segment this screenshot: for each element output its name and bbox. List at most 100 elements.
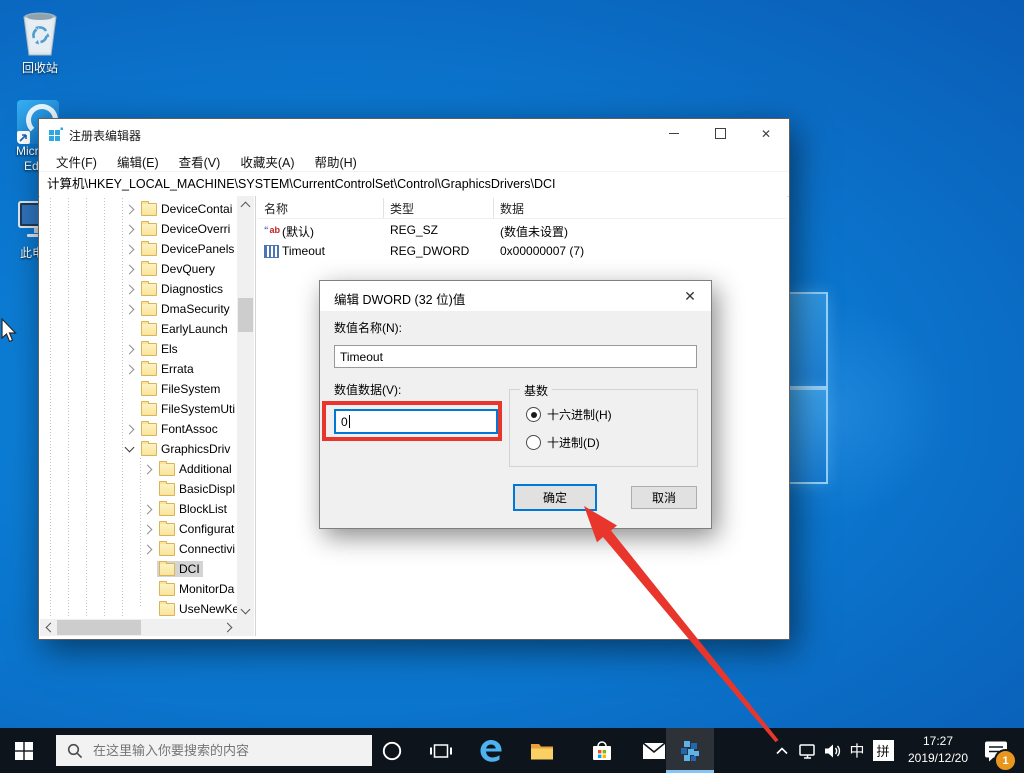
tree-item-FileSystem[interactable]: FileSystem — [40, 379, 254, 399]
tray-ime-mode[interactable]: 拼 — [869, 728, 897, 773]
desktop-icon-recycle-bin[interactable]: 回收站 — [14, 6, 66, 76]
address-bar[interactable]: 计算机\HKEY_LOCAL_MACHINE\SYSTEM\CurrentCon… — [39, 171, 789, 197]
scroll-down-icon — [240, 604, 251, 614]
tray-network-button[interactable] — [794, 728, 822, 773]
tree-item-DmaSecurity[interactable]: DmaSecurity — [40, 299, 254, 319]
column-header-type[interactable]: 类型 — [390, 200, 414, 217]
tree-item-BlockList[interactable]: BlockList — [40, 499, 254, 519]
chevron-collapsed-icon[interactable] — [124, 284, 134, 294]
minimize-icon — [669, 133, 679, 134]
folder-icon — [141, 200, 157, 216]
tray-show-hidden-icons[interactable] — [768, 728, 796, 773]
tree-item-Configurat[interactable]: Configurat — [40, 519, 254, 539]
clock-date: 2019/12/20 — [907, 751, 969, 765]
window-titlebar[interactable]: 注册表编辑器 ✕ — [39, 119, 789, 148]
folder-icon — [141, 240, 157, 256]
network-icon — [799, 743, 815, 759]
chevron-collapsed-icon[interactable] — [124, 304, 134, 314]
window-title: 注册表编辑器 — [69, 129, 142, 143]
chevron-collapsed-icon[interactable] — [124, 244, 134, 254]
tree-item-DevQuery[interactable]: DevQuery — [40, 259, 254, 279]
tree-item-Els[interactable]: Els — [40, 339, 254, 359]
horizontal-scroll-thumb[interactable] — [57, 620, 141, 635]
folder-icon — [159, 580, 175, 596]
tree-item-Connectivi[interactable]: Connectivi — [40, 539, 254, 559]
tree-item-DeviceOverri[interactable]: DeviceOverri — [40, 219, 254, 239]
chevron-collapsed-icon[interactable] — [124, 424, 134, 434]
value-row-(默认)[interactable]: ab(默认) REG_SZ (数值未设置) — [258, 220, 787, 241]
menu-item[interactable]: 编辑(E) — [107, 148, 169, 171]
base-group-label: 基数 — [520, 382, 553, 399]
tree-item-FontAssoc[interactable]: FontAssoc — [40, 419, 254, 439]
chevron-collapsed-icon[interactable] — [142, 464, 152, 474]
tree-item-FileSystemUti[interactable]: FileSystemUti — [40, 399, 254, 419]
tree-item-Errata[interactable]: Errata — [40, 359, 254, 379]
chevron-collapsed-icon[interactable] — [142, 524, 152, 534]
cancel-button[interactable]: 取消 — [631, 486, 697, 509]
tree-item-DeviceContai[interactable]: DeviceContai — [40, 199, 254, 219]
taskbar: 中 拼 17:27 2019/12/20 — [0, 728, 1024, 773]
menu-item[interactable]: 收藏夹(A) — [230, 148, 304, 171]
maximize-button[interactable] — [697, 119, 743, 148]
taskbar-search-box[interactable] — [56, 735, 372, 766]
task-view-button[interactable] — [417, 728, 465, 773]
start-button[interactable] — [0, 728, 48, 773]
radio-hex-label: 十六进制(H) — [547, 408, 612, 422]
menu-item[interactable]: 查看(V) — [169, 148, 231, 171]
close-button[interactable]: ✕ — [743, 119, 789, 148]
chevron-collapsed-icon[interactable] — [124, 224, 134, 234]
tree-item-DCI[interactable]: DCI — [40, 559, 254, 579]
radio-decimal[interactable]: 十进制(D) — [526, 434, 600, 451]
cortana-button[interactable] — [368, 728, 416, 773]
tree-item-label: Els — [161, 342, 178, 356]
tree-item-UseNewKe[interactable]: UseNewKe — [40, 599, 254, 619]
chevron-collapsed-icon[interactable] — [124, 364, 134, 374]
tree-item-Diagnostics[interactable]: Diagnostics — [40, 279, 254, 299]
tree-item-label: GraphicsDriv — [161, 442, 231, 456]
dialog-close-icon[interactable]: ✕ — [681, 288, 699, 305]
vertical-scroll-thumb[interactable] — [238, 298, 253, 332]
chevron-collapsed-icon[interactable] — [142, 504, 152, 514]
value-type: REG_SZ — [390, 223, 439, 237]
tray-clock[interactable]: 17:27 2019/12/20 — [898, 733, 978, 768]
tree-item-MonitorDa[interactable]: MonitorDa — [40, 579, 254, 599]
chevron-collapsed-icon[interactable] — [124, 344, 134, 354]
cancel-button-label: 取消 — [651, 491, 676, 505]
maximize-icon — [714, 128, 726, 139]
tree-horizontal-scrollbar[interactable] — [40, 619, 254, 636]
ime-lang-label: 中 — [849, 743, 865, 760]
tree-vertical-scrollbar[interactable] — [237, 196, 254, 619]
tree-item-DevicePanels[interactable]: DevicePanels — [40, 239, 254, 259]
folder-icon — [159, 480, 175, 496]
menu-item[interactable]: 文件(F) — [46, 148, 107, 171]
tray-volume-button[interactable] — [819, 728, 847, 773]
search-input[interactable] — [91, 742, 335, 759]
value-name-field[interactable]: Timeout — [334, 345, 697, 368]
taskbar-file-explorer-button[interactable] — [518, 728, 566, 773]
tree-item-EarlyLaunch[interactable]: EarlyLaunch — [40, 319, 254, 339]
column-header-name[interactable]: 名称 — [264, 200, 288, 217]
value-row-Timeout[interactable]: Timeout REG_DWORD 0x00000007 (7) — [258, 241, 787, 262]
column-header-data[interactable]: 数据 — [500, 200, 524, 217]
ok-button[interactable]: 确定 — [513, 484, 597, 511]
radio-hexadecimal[interactable]: 十六进制(H) — [526, 406, 612, 423]
chevron-expanded-icon[interactable] — [124, 442, 134, 453]
chevron-collapsed-icon[interactable] — [124, 204, 134, 214]
taskbar-store-button[interactable] — [578, 728, 626, 773]
chevron-collapsed-icon[interactable] — [142, 544, 152, 554]
chevron-collapsed-icon[interactable] — [124, 264, 134, 274]
pane-splitter[interactable] — [255, 196, 256, 636]
taskbar-regedit-button[interactable] — [666, 728, 714, 773]
tree-item-GraphicsDriv[interactable]: GraphicsDriv — [40, 439, 254, 459]
taskbar-edge-button[interactable] — [467, 728, 515, 773]
menu-item[interactable]: 帮助(H) — [304, 148, 366, 171]
dialog-titlebar[interactable]: 编辑 DWORD (32 位)值 ✕ — [320, 281, 711, 311]
tree-item-BasicDispl[interactable]: BasicDispl — [40, 479, 254, 499]
value-data: 0x00000007 (7) — [500, 244, 585, 258]
minimize-button[interactable] — [651, 119, 697, 148]
regedit-app-icon — [49, 127, 63, 141]
folder-icon — [159, 600, 175, 616]
recycle-bin-icon — [23, 12, 57, 56]
tree-item-Additional[interactable]: Additional — [40, 459, 254, 479]
tray-ime-language[interactable]: 中 — [845, 728, 869, 773]
